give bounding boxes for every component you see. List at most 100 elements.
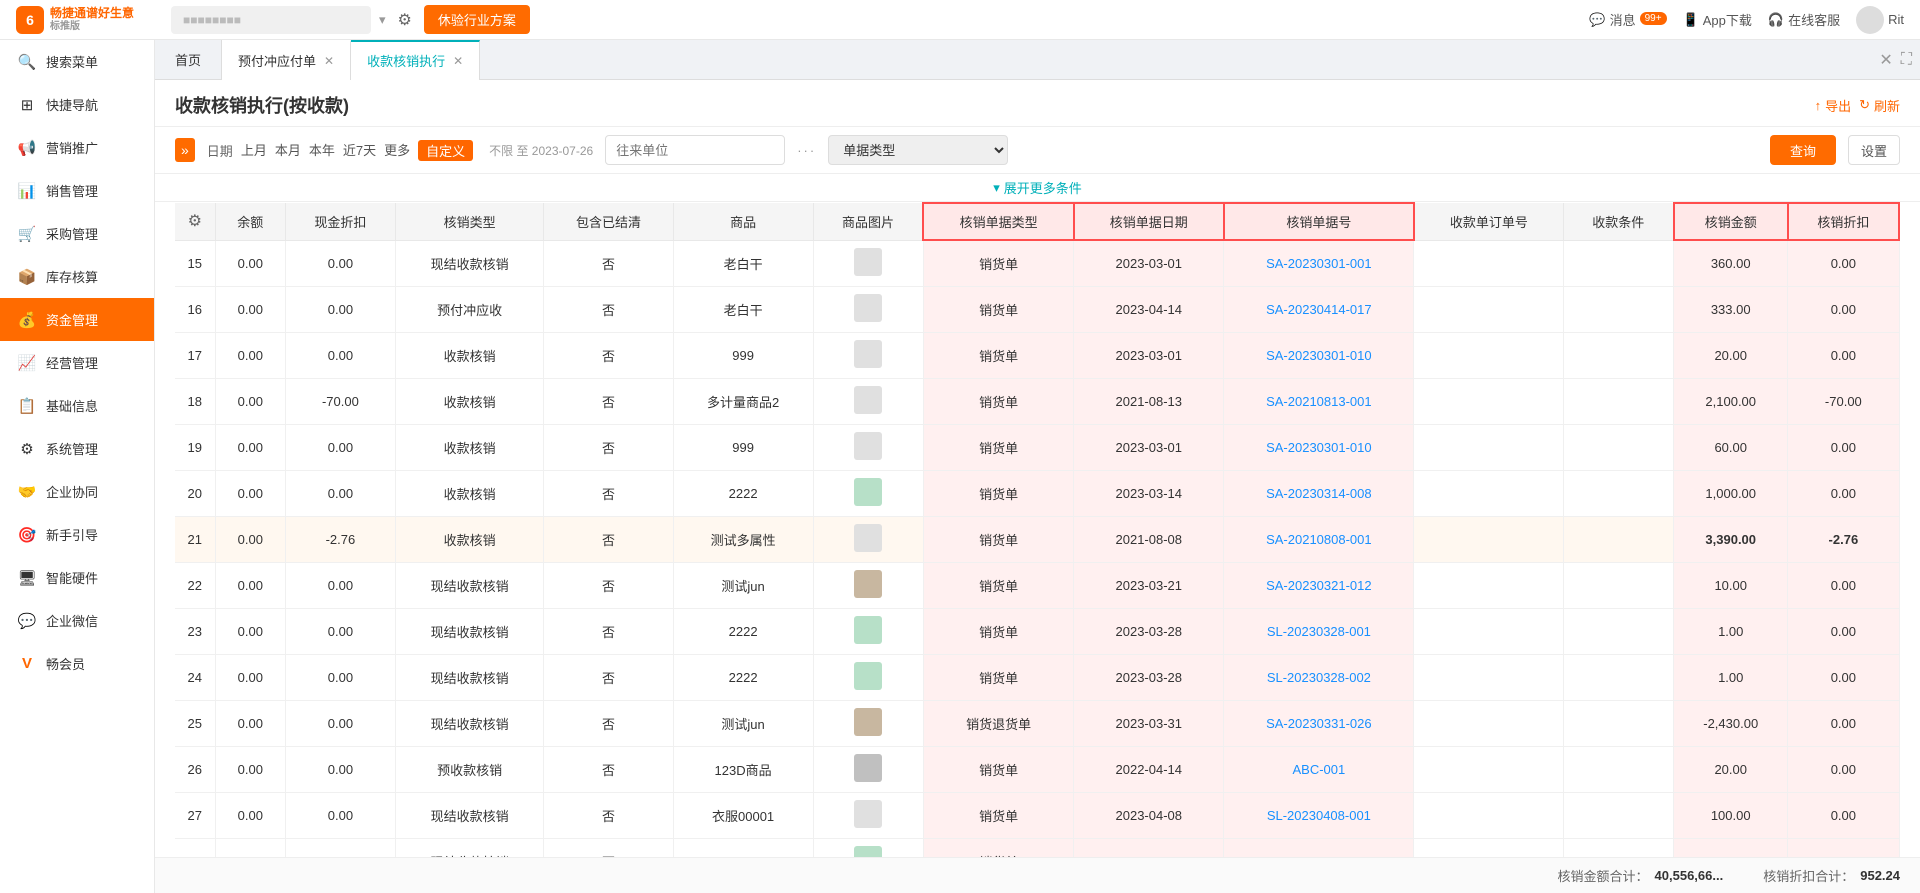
sidebar-item-basic[interactable]: 📋 基础信息 bbox=[0, 384, 154, 427]
cell-balance: 0.00 bbox=[215, 700, 286, 746]
export-button[interactable]: ↑ 导出 bbox=[1815, 96, 1852, 115]
cell-doc-no[interactable]: SL-20230328-002 bbox=[1224, 654, 1414, 700]
cell-doc-no[interactable]: SL-20230418-001 bbox=[1224, 838, 1414, 857]
sidebar-item-marketing[interactable]: 📢 营销推广 bbox=[0, 126, 154, 169]
settings-gear-icon[interactable]: ⚙ bbox=[398, 10, 412, 30]
data-table: ⚙ 余额 现金折扣 核销类型 包含已结清 商品 商品图片 核销单据类型 核销单据… bbox=[175, 202, 1900, 857]
app-download-button[interactable]: 📱 App下载 bbox=[1683, 10, 1752, 29]
table-settings-icon[interactable]: ⚙ bbox=[188, 213, 202, 230]
sidebar-item-operations[interactable]: 📈 经营管理 bbox=[0, 341, 154, 384]
cell-doc-no[interactable]: SL-20230408-001 bbox=[1224, 792, 1414, 838]
sidebar-item-inventory[interactable]: 📦 库存核算 bbox=[0, 255, 154, 298]
date-link-last-month[interactable]: 上月 bbox=[241, 140, 267, 161]
cell-verify-amount: 60.00 bbox=[1674, 424, 1788, 470]
cell-verify-amount: -2,430.00 bbox=[1674, 700, 1788, 746]
cell-doc-no[interactable]: SA-20230331-026 bbox=[1224, 700, 1414, 746]
doc-no-link[interactable]: SA-20230301-010 bbox=[1266, 348, 1372, 363]
tab-prepay-label: 预付冲应付单 bbox=[238, 51, 316, 70]
filter-date-section: 日期 上月 本月 本年 近7天 更多 自定义 bbox=[207, 140, 473, 161]
collapse-icon: » bbox=[181, 142, 189, 158]
cell-cash-discount: 0.00 bbox=[286, 332, 396, 378]
expand-more-button[interactable]: ▾ 展开更多条件 bbox=[993, 178, 1082, 197]
user-menu[interactable]: Rit bbox=[1856, 6, 1904, 34]
sidebar-item-finance[interactable]: 💰 资金管理 bbox=[0, 298, 154, 341]
sidebar-item-system[interactable]: ⚙ 系统管理 bbox=[0, 427, 154, 470]
cell-settled: 否 bbox=[544, 286, 673, 332]
expand-window-icon[interactable]: ⛶ bbox=[1901, 51, 1912, 69]
industry-solution-button[interactable]: 休验行业方案 bbox=[424, 5, 530, 34]
client-input[interactable] bbox=[605, 135, 785, 165]
sidebar-label-inventory: 库存核算 bbox=[46, 267, 98, 286]
quick-nav-icon: ⊞ bbox=[18, 96, 36, 114]
date-link-custom[interactable]: 自定义 bbox=[418, 140, 473, 161]
date-link-7days[interactable]: 近7天 bbox=[343, 140, 376, 161]
doc-no-link[interactable]: SA-20230331-026 bbox=[1266, 716, 1372, 731]
sidebar-item-wechat[interactable]: 💬 企业微信 bbox=[0, 599, 154, 642]
sidebar-label-operations: 经营管理 bbox=[46, 353, 98, 372]
doc-no-link[interactable]: SL-20230408-001 bbox=[1267, 808, 1371, 823]
col-header-settings[interactable]: ⚙ bbox=[175, 203, 215, 240]
cell-doc-no[interactable]: SA-20230301-010 bbox=[1224, 424, 1414, 470]
settings-button[interactable]: 设置 bbox=[1848, 135, 1900, 165]
doc-no-link[interactable]: SA-20230414-017 bbox=[1266, 302, 1372, 317]
sidebar-item-member[interactable]: V 畅会员 bbox=[0, 642, 154, 685]
filter-collapse-btn[interactable]: » bbox=[175, 138, 195, 162]
sidebar-item-search-menu[interactable]: 🔍 搜索菜单 bbox=[0, 40, 154, 83]
date-link-this-month[interactable]: 本月 bbox=[275, 140, 301, 161]
cell-product-img bbox=[813, 562, 923, 608]
doc-no-link[interactable]: ABC-001 bbox=[1292, 762, 1345, 777]
tab-prepay[interactable]: 预付冲应付单 ✕ bbox=[222, 40, 351, 80]
purchase-icon: 🛒 bbox=[18, 225, 36, 243]
sidebar-item-purchase[interactable]: 🛒 采购管理 bbox=[0, 212, 154, 255]
doc-type-select[interactable]: 单据类型 bbox=[828, 135, 1008, 165]
cell-verify-type: 收款核销 bbox=[395, 424, 544, 470]
cell-doc-no[interactable]: SA-20230314-008 bbox=[1224, 470, 1414, 516]
sidebar-item-smart[interactable]: 🖥 智能硬件 bbox=[0, 556, 154, 599]
date-link-more[interactable]: 更多 bbox=[384, 140, 410, 161]
doc-no-link[interactable]: SA-20230301-010 bbox=[1266, 440, 1372, 455]
top-search-box[interactable]: ■■■■■■■■ bbox=[171, 6, 371, 34]
messages-button[interactable]: 💬 消息 99+ bbox=[1589, 10, 1666, 29]
dropdown-icon[interactable]: ▾ bbox=[379, 12, 386, 28]
query-button[interactable]: 查询 bbox=[1770, 135, 1836, 165]
cell-doc-no[interactable]: ABC-001 bbox=[1224, 746, 1414, 792]
cell-cash-discount: 0.00 bbox=[286, 608, 396, 654]
sidebar-item-guide[interactable]: 🎯 新手引导 bbox=[0, 513, 154, 556]
cell-doc-no[interactable]: SA-20210808-001 bbox=[1224, 516, 1414, 562]
table-area[interactable]: ⚙ 余额 现金折扣 核销类型 包含已结清 商品 商品图片 核销单据类型 核销单据… bbox=[155, 202, 1920, 857]
tab-verify-close-icon[interactable]: ✕ bbox=[453, 54, 463, 68]
doc-no-link[interactable]: SA-20230301-001 bbox=[1266, 256, 1372, 271]
online-service-button[interactable]: 🎧 在线客服 bbox=[1768, 10, 1840, 29]
tab-verify[interactable]: 收款核销执行 ✕ bbox=[351, 40, 480, 80]
top-bar: 6 畅捷通谱好生意 标推版 ■■■■■■■■ ▾ ⚙ 休验行业方案 💬 消息 9… bbox=[0, 0, 1920, 40]
cell-doc-no[interactable]: SA-20210813-001 bbox=[1224, 378, 1414, 424]
top-bar-right: 💬 消息 99+ 📱 App下载 🎧 在线客服 Rit bbox=[1589, 6, 1904, 34]
cell-condition bbox=[1563, 424, 1673, 470]
cell-verify-amount: 100.00 bbox=[1674, 838, 1788, 857]
cell-id: 24 bbox=[175, 654, 215, 700]
cell-product-img bbox=[813, 746, 923, 792]
doc-no-link[interactable]: SA-20210813-001 bbox=[1266, 394, 1372, 409]
cell-product: 测试多属性 bbox=[673, 516, 813, 562]
refresh-button[interactable]: ↻ 刷新 bbox=[1859, 96, 1900, 115]
doc-no-link[interactable]: SA-20230314-008 bbox=[1266, 486, 1372, 501]
sidebar-item-sales[interactable]: 📊 销售管理 bbox=[0, 169, 154, 212]
date-link-this-year[interactable]: 本年 bbox=[309, 140, 335, 161]
cell-doc-type: 销货单 bbox=[923, 332, 1073, 378]
tab-prepay-close-icon[interactable]: ✕ bbox=[324, 54, 334, 68]
close-window-icon[interactable]: ✕ bbox=[1879, 50, 1892, 70]
cell-product-img bbox=[813, 378, 923, 424]
sidebar-item-quick-nav[interactable]: ⊞ 快捷导航 bbox=[0, 83, 154, 126]
cell-doc-no[interactable]: SA-20230301-010 bbox=[1224, 332, 1414, 378]
tab-home[interactable]: 首页 bbox=[155, 40, 222, 80]
sidebar-item-enterprise[interactable]: 🤝 企业协同 bbox=[0, 470, 154, 513]
doc-no-link[interactable]: SL-20230328-001 bbox=[1267, 624, 1371, 639]
cell-doc-no[interactable]: SA-20230301-001 bbox=[1224, 240, 1414, 286]
doc-no-link[interactable]: SL-20230328-002 bbox=[1267, 670, 1371, 685]
doc-no-link[interactable]: SA-20230321-012 bbox=[1266, 578, 1372, 593]
cell-verify-type: 现结收款核销 bbox=[395, 608, 544, 654]
cell-doc-no[interactable]: SA-20230321-012 bbox=[1224, 562, 1414, 608]
cell-doc-no[interactable]: SA-20230414-017 bbox=[1224, 286, 1414, 332]
doc-no-link[interactable]: SA-20210808-001 bbox=[1266, 532, 1372, 547]
cell-doc-no[interactable]: SL-20230328-001 bbox=[1224, 608, 1414, 654]
